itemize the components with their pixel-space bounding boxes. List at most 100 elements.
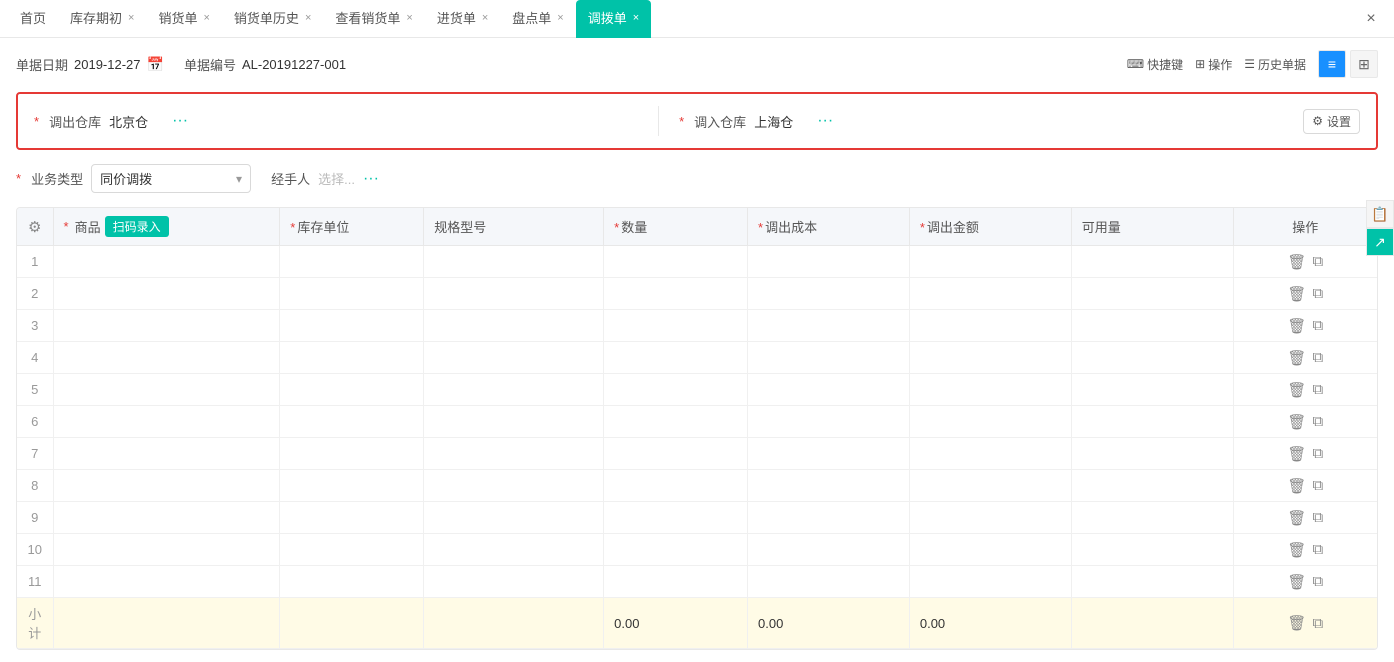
transfer-in-more-button[interactable]: ··· (817, 112, 833, 130)
table-row: 2 🗑 ⧉ (17, 278, 1377, 310)
copy-row-icon[interactable]: ⧉ (1312, 253, 1323, 270)
settings-button[interactable]: ⚙ 设置 (1303, 109, 1360, 134)
product-cell[interactable] (53, 246, 280, 278)
copy-row-icon[interactable]: ⧉ (1312, 349, 1323, 366)
action-cell: 🗑⧉ (1233, 534, 1377, 566)
product-cell[interactable] (53, 342, 280, 374)
tab-close-sales-history[interactable]: × (305, 12, 311, 24)
delete-row-icon[interactable]: 🗑 (1287, 285, 1306, 303)
delete-row-icon[interactable]: 🗑 (1287, 477, 1306, 495)
subtotal-copy-icon[interactable]: ⧉ (1312, 615, 1323, 632)
transfer-out-value[interactable]: 北京仓 (109, 112, 148, 131)
row-number: 5 (17, 374, 53, 406)
shortcut-button[interactable]: ⌨ 快捷键 (1127, 56, 1183, 73)
row-number: 1 (17, 246, 53, 278)
product-cell[interactable] (53, 438, 280, 470)
copy-row-icon[interactable]: ⧉ (1312, 317, 1323, 334)
th-unit: *库存单位 (280, 208, 424, 246)
grid-view-button[interactable]: ⊞ (1350, 50, 1378, 78)
product-cell[interactable] (53, 502, 280, 534)
product-cell[interactable] (53, 566, 280, 598)
copy-row-icon[interactable]: ⧉ (1312, 413, 1323, 430)
tab-close-sales-order[interactable]: × (203, 12, 209, 24)
tab-purchase-order[interactable]: 进货单 × (425, 0, 500, 38)
calendar-icon[interactable]: 📅 (147, 56, 164, 73)
tab-transfer-order[interactable]: 调拨单 × (576, 0, 651, 38)
copy-row-icon[interactable]: ⧉ (1312, 285, 1323, 302)
table-header-row: ⚙ * 商品 扫码录入 *库存单位 规格型号 *数量 (17, 208, 1377, 246)
expand-toolbar-button[interactable]: ↗ (1366, 228, 1394, 256)
dropdown-arrow-icon: ▾ (236, 172, 242, 186)
row-number: 9 (17, 502, 53, 534)
history-button[interactable]: ☰ 历史单据 (1244, 56, 1306, 73)
action-cell: 🗑⧉ (1233, 438, 1377, 470)
doc-number-value: AL-20191227-001 (242, 57, 346, 72)
th-cost: *调出成本 (748, 208, 910, 246)
delete-row-icon[interactable]: 🗑 (1287, 253, 1306, 271)
operation-button[interactable]: ⊞ 操作 (1195, 56, 1232, 73)
copy-row-icon[interactable]: ⧉ (1312, 477, 1323, 494)
product-cell[interactable] (53, 310, 280, 342)
operator-more-button[interactable]: ··· (363, 170, 379, 188)
product-cell[interactable] (53, 470, 280, 502)
quantity-cell (604, 278, 748, 310)
column-settings-icon[interactable]: ⚙ (28, 219, 41, 236)
table-row: 1 🗑 ⧉ (17, 246, 1377, 278)
doc-number-label: 单据编号 (184, 55, 236, 74)
date-value[interactable]: 2019-12-27 (74, 57, 141, 72)
business-type-select[interactable]: 同价调拨 ▾ (91, 164, 251, 193)
action-cell: 🗑 ⧉ (1233, 246, 1377, 278)
tab-close-inventory-init[interactable]: × (128, 12, 134, 24)
main-content: 单据日期 2019-12-27 📅 单据编号 AL-20191227-001 ⌨… (0, 38, 1394, 662)
delete-row-icon[interactable]: 🗑 (1287, 541, 1306, 559)
copy-row-icon[interactable]: ⧉ (1312, 381, 1323, 398)
copy-row-icon[interactable]: ⧉ (1312, 541, 1323, 558)
delete-row-icon[interactable]: 🗑 (1287, 317, 1306, 335)
operator-placeholder[interactable]: 选择... (318, 169, 355, 188)
scan-input-button[interactable]: 扫码录入 (105, 216, 169, 237)
tab-close-transfer-order[interactable]: × (633, 12, 639, 24)
th-spec: 规格型号 (424, 208, 604, 246)
row-number: 10 (17, 534, 53, 566)
subtotal-delete-icon[interactable]: 🗑 (1287, 614, 1306, 632)
tab-sales-history[interactable]: 销货单历史 × (222, 0, 323, 38)
list-view-button[interactable]: ≡ (1318, 50, 1346, 78)
tab-close-purchase-order[interactable]: × (482, 12, 488, 24)
transfer-out-more-button[interactable]: ··· (172, 112, 188, 130)
subtotal-amount: 0.00 (909, 598, 1071, 649)
product-cell[interactable] (53, 534, 280, 566)
product-cell[interactable] (53, 374, 280, 406)
tab-inventory-check[interactable]: 盘点单 × (500, 0, 575, 38)
subtotal-row: 小计 0.00 0.00 0.00 🗑 ⧉ (17, 598, 1377, 649)
copy-row-icon[interactable]: ⧉ (1312, 509, 1323, 526)
subtotal-action-cell: 🗑 ⧉ (1233, 598, 1377, 649)
transfer-in-value[interactable]: 上海仓 (754, 112, 793, 131)
action-cell: 🗑⧉ (1233, 310, 1377, 342)
tab-close-inventory-check[interactable]: × (557, 12, 563, 24)
product-cell[interactable] (53, 406, 280, 438)
subtotal-label: 小计 (17, 598, 53, 649)
tab-home[interactable]: 首页 (8, 0, 58, 38)
transfer-out-group: * 调出仓库 北京仓 ··· (34, 112, 638, 131)
tab-view-sales[interactable]: 查看销货单 × (323, 0, 424, 38)
window-close-button[interactable]: × (1356, 4, 1386, 34)
delete-row-icon[interactable]: 🗑 (1287, 445, 1306, 463)
notes-toolbar-button[interactable]: 📋 (1366, 200, 1394, 228)
copy-row-icon[interactable]: ⧉ (1312, 573, 1323, 590)
available-cell (1071, 278, 1233, 310)
business-type-required-star: * (16, 171, 21, 186)
copy-row-icon[interactable]: ⧉ (1312, 445, 1323, 462)
delete-row-icon[interactable]: 🗑 (1287, 509, 1306, 527)
tab-sales-order[interactable]: 销货单 × (146, 0, 221, 38)
tab-close-view-sales[interactable]: × (406, 12, 412, 24)
quantity-cell (604, 246, 748, 278)
history-icon: ☰ (1244, 57, 1255, 71)
delete-row-icon[interactable]: 🗑 (1287, 349, 1306, 367)
table-row: 6 🗑⧉ (17, 406, 1377, 438)
delete-row-icon[interactable]: 🗑 (1287, 573, 1306, 591)
product-cell[interactable] (53, 278, 280, 310)
delete-row-icon[interactable]: 🗑 (1287, 413, 1306, 431)
delete-row-icon[interactable]: 🗑 (1287, 381, 1306, 399)
action-cell: 🗑⧉ (1233, 342, 1377, 374)
tab-inventory-init[interactable]: 库存期初 × (58, 0, 146, 38)
